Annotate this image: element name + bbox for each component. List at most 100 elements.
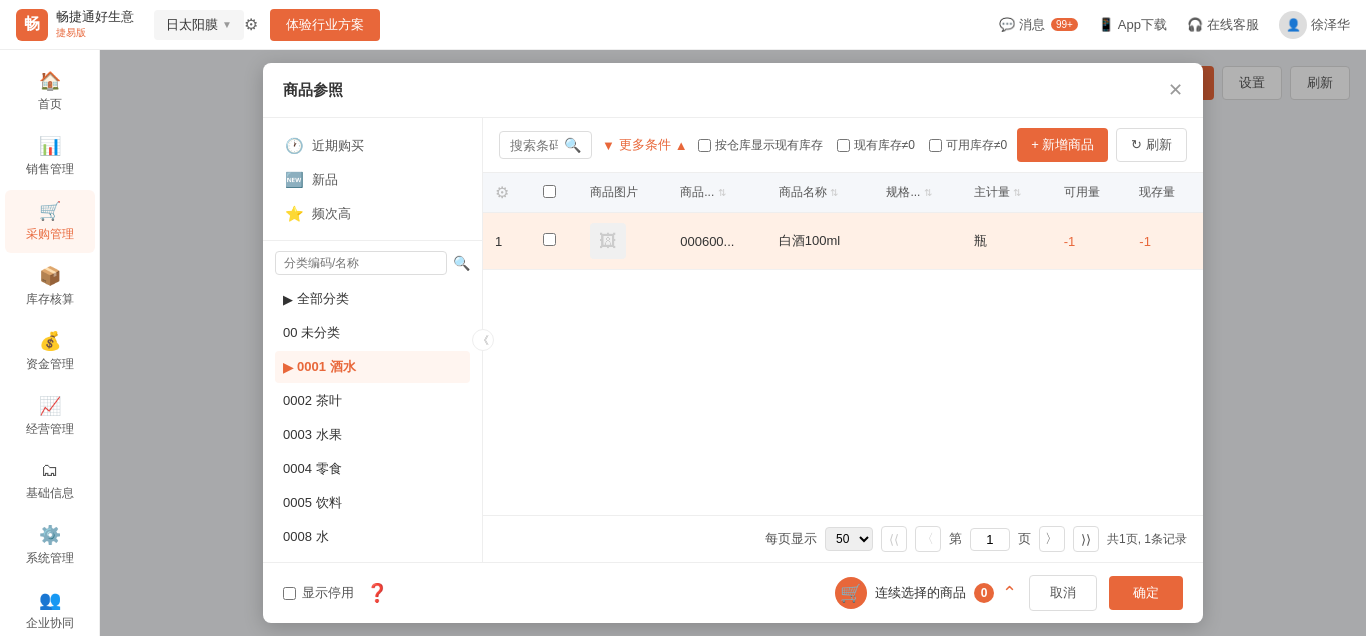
checkbox-group: 按仓库显示现有库存 现有库存≠0 可用库存≠0 [698,137,1008,154]
checkbox-avail-nonzero[interactable]: 可用库存≠0 [929,137,1007,154]
category-4[interactable]: 0004 零食 [275,453,470,485]
recent-purchase-tab[interactable]: 🕐 近期购买 [275,130,470,162]
show-disabled-input[interactable] [283,587,296,600]
arrow-icon: ▶ [283,292,293,307]
first-page-button[interactable]: ⟨⟨ [881,526,907,552]
next-page-button[interactable]: 〉 [1039,526,1065,552]
category-1[interactable]: ▶ 0001 酒水 [275,351,470,383]
online-service-button[interactable]: 🎧 在线客服 [1187,16,1259,34]
new-product-tab[interactable]: 🆕 新品 [275,164,470,196]
category-search-input[interactable] [275,251,447,275]
row-checkbox-cell [531,213,578,270]
frequent-tab[interactable]: ⭐ 频次高 [275,198,470,230]
search-icon[interactable]: 🔍 [564,137,581,153]
cont-select-label: 连续选择的商品 [875,584,966,602]
per-page-label: 每页显示 [765,530,817,548]
sidebar-item-finance[interactable]: 💰 资金管理 [5,320,95,383]
sidebar-item-system[interactable]: ⚙️ 系统管理 [5,514,95,577]
col-avail: 可用量 [1052,173,1128,213]
sort-icon-unit: ⇅ [1013,187,1021,198]
category-6-label: 0008 水 [283,528,329,546]
checkbox-avail-nonzero-input[interactable] [929,139,942,152]
col-name: 商品名称 ⇅ [767,173,875,213]
sidebar-item-sales[interactable]: 📊 销售管理 [5,125,95,188]
category-search: 🔍 [275,251,470,275]
row-unit: 瓶 [962,213,1052,270]
per-page-select[interactable]: 50 [825,527,873,551]
message-label: 消息 [1019,16,1045,34]
refresh-table-button[interactable]: ↻ 刷新 [1116,128,1187,162]
checkbox-stock-nonzero-label: 现有库存≠0 [854,137,915,154]
col-unit-label: 主计量 [974,185,1010,199]
add-product-button[interactable]: + 新增商品 [1017,128,1108,162]
category-4-label: 0004 零食 [283,460,342,478]
category-0[interactable]: 00 未分类 [275,317,470,349]
product-table: ⚙ 商品图片 商品... ⇅ 商品名称 ⇅ 规格... ⇅ 主计量 ⇅ 可用量 [483,173,1203,270]
message-button[interactable]: 💬 消息 99+ [999,16,1078,34]
more-filter-button[interactable]: ▼ 更多条件 ▲ [602,136,688,154]
help-icon[interactable]: ❓ [366,582,388,604]
collapse-cart-button[interactable]: ⌃ [1002,582,1017,604]
app-download-button[interactable]: 📱 App下载 [1098,16,1167,34]
modal-close-button[interactable]: ✕ [1168,79,1183,101]
category-2[interactable]: 0002 茶叶 [275,385,470,417]
new-icon: 🆕 [285,171,304,189]
column-settings-icon[interactable]: ⚙ [495,184,509,201]
app-icon: 📱 [1098,17,1114,32]
user-profile[interactable]: 👤 徐泽华 [1279,11,1350,39]
col-avail-label: 可用量 [1064,185,1100,199]
store-selector[interactable]: 日太阳膜 ▼ [154,10,244,40]
sidebar-label-purchase: 采购管理 [26,226,74,243]
table-row[interactable]: 1 🖼 000600... 白酒100ml 瓶 [483,213,1203,270]
sidebar-item-home[interactable]: 🏠 首页 [5,60,95,123]
sidebar-item-base[interactable]: 🗂 基础信息 [5,450,95,512]
sidebar-item-inventory[interactable]: 📦 库存核算 [5,255,95,318]
sidebar-item-ops[interactable]: 📈 经营管理 [5,385,95,448]
col-spec: 规格... ⇅ [874,173,961,213]
nav-right: 💬 消息 99+ 📱 App下载 🎧 在线客服 👤 徐泽华 [999,11,1350,39]
gear-icon[interactable]: ⚙ [244,15,258,34]
product-search-input[interactable] [510,138,558,153]
confirm-button[interactable]: 确定 [1109,576,1183,610]
category-5[interactable]: 0005 饮料 [275,487,470,519]
checkbox-stock-nonzero-input[interactable] [837,139,850,152]
filter-label: 更多条件 [619,136,671,154]
checkbox-by-warehouse-input[interactable] [698,139,711,152]
category-all[interactable]: ▶ 全部分类 [275,283,470,315]
sidebar-label-home: 首页 [38,96,62,113]
cancel-button[interactable]: 取消 [1029,575,1097,611]
col-image: 商品图片 [578,173,669,213]
row-image-cell: 🖼 [578,213,669,270]
page-number-input[interactable] [970,528,1010,551]
row-checkbox[interactable] [543,233,556,246]
finance-icon: 💰 [39,330,61,352]
col-stock-label: 现存量 [1139,185,1175,199]
modal-header: 商品参照 ✕ [263,63,1203,118]
cart-icon-wrap: 🛒 [835,577,867,609]
prev-page-button[interactable]: 〈 [915,526,941,552]
checkbox-by-warehouse[interactable]: 按仓库显示现有库存 [698,137,823,154]
store-name: 日太阳膜 [166,16,218,34]
show-disabled-checkbox[interactable]: 显示停用 [283,584,354,602]
headphone-icon: 🎧 [1187,17,1203,32]
logo-text: 畅捷通好生意 [56,9,134,26]
last-page-button[interactable]: ⟩⟩ [1073,526,1099,552]
category-6[interactable]: 0008 水 [275,521,470,550]
exp-industry-button[interactable]: 体验行业方案 [270,9,380,41]
sort-icon-spec: ⇅ [924,187,932,198]
checkbox-by-warehouse-label: 按仓库显示现有库存 [715,137,823,154]
select-all-checkbox[interactable] [543,185,556,198]
table-header-row: ⚙ 商品图片 商品... ⇅ 商品名称 ⇅ 规格... ⇅ 主计量 ⇅ 可用量 [483,173,1203,213]
cart-icon[interactable]: 🛒 [835,577,867,609]
category-3[interactable]: 0003 水果 [275,419,470,451]
sort-icon-name: ⇅ [830,187,838,198]
collapse-panel-button[interactable]: 《 [472,329,494,351]
search-icon[interactable]: 🔍 [453,255,470,271]
category-all-label: 全部分类 [297,290,349,308]
sidebar-label-finance: 资金管理 [26,356,74,373]
sidebar-item-purchase[interactable]: 🛒 采购管理 [5,190,95,253]
checkbox-stock-nonzero[interactable]: 现有库存≠0 [837,137,915,154]
sort-icon: ⇅ [718,187,726,198]
row-code: 000600... [668,213,767,270]
sidebar-item-collab[interactable]: 👥 企业协同 [5,579,95,636]
